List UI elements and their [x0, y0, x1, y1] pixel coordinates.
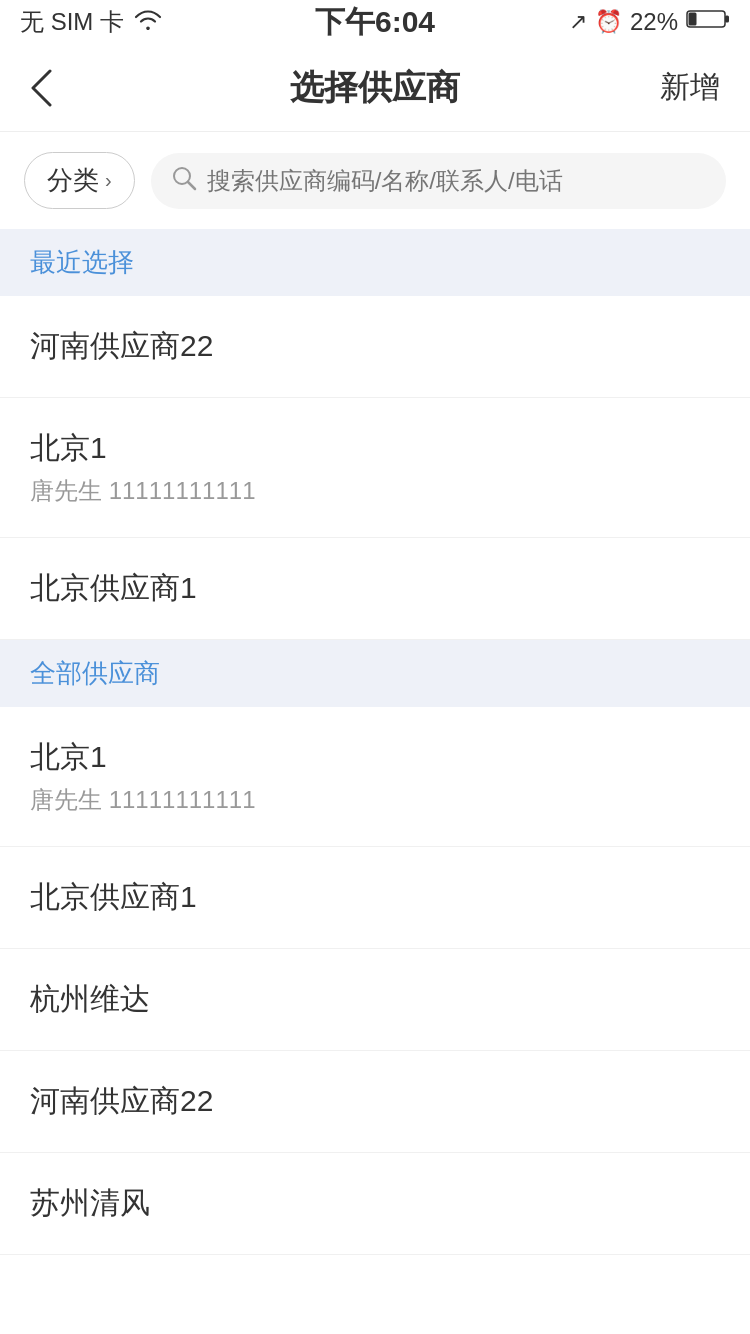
- chevron-icon: ›: [105, 169, 112, 192]
- item-name: 北京1: [30, 737, 720, 778]
- list-item[interactable]: 杭州维达: [0, 949, 750, 1051]
- list-item[interactable]: 北京供应商1: [0, 538, 750, 640]
- list-item[interactable]: 苏州清风: [0, 1153, 750, 1255]
- recent-section-header: 最近选择: [0, 229, 750, 296]
- all-list: 北京1 唐先生 11111111111 北京供应商1 杭州维达河南供应商22 苏州清…: [0, 707, 750, 1255]
- status-bar: 无 SIM 卡 下午6:04 ↗ ⏰ 22%: [0, 0, 750, 44]
- add-button[interactable]: 新增: [660, 67, 720, 108]
- nav-bar: 选择供应商 新增: [0, 44, 750, 132]
- list-item[interactable]: 北京供应商1: [0, 847, 750, 949]
- battery-icon: [686, 8, 730, 36]
- status-right: ↗ ⏰ 22%: [569, 8, 730, 36]
- item-name: 北京供应商1: [30, 877, 720, 918]
- back-button[interactable]: [30, 69, 90, 107]
- item-name: 北京1: [30, 428, 720, 469]
- item-name: 北京供应商1: [30, 568, 720, 609]
- svg-rect-1: [725, 16, 729, 23]
- page-title: 选择供应商: [290, 65, 460, 111]
- all-section-header: 全部供应商: [0, 640, 750, 707]
- alarm-icon: ⏰: [595, 9, 622, 35]
- recent-list: 河南供应商22 北京1 唐先生 11111111111 北京供应商1: [0, 296, 750, 640]
- filter-bar: 分类 ›: [0, 132, 750, 229]
- svg-rect-2: [689, 13, 697, 26]
- list-item[interactable]: 河南供应商22: [0, 296, 750, 398]
- item-sub: 唐先生 11111111111: [30, 784, 720, 816]
- location-icon: ↗: [569, 9, 587, 35]
- search-icon: [171, 165, 197, 197]
- category-label: 分类: [47, 163, 99, 198]
- carrier-label: 无 SIM 卡: [20, 6, 124, 38]
- battery-label: 22%: [630, 8, 678, 36]
- list-item[interactable]: 北京1 唐先生 11111111111: [0, 398, 750, 538]
- wifi-icon: [134, 8, 162, 36]
- item-name: 苏州清风: [30, 1183, 720, 1224]
- status-time: 下午6:04: [315, 2, 435, 43]
- status-left: 无 SIM 卡: [20, 6, 162, 38]
- item-name: 河南供应商22: [30, 1081, 720, 1122]
- list-item[interactable]: 北京1 唐先生 11111111111: [0, 707, 750, 847]
- item-sub: 唐先生 11111111111: [30, 475, 720, 507]
- search-input[interactable]: [207, 167, 706, 195]
- search-bar[interactable]: [151, 153, 726, 209]
- category-button[interactable]: 分类 ›: [24, 152, 135, 209]
- list-item[interactable]: 河南供应商22: [0, 1051, 750, 1153]
- item-name: 河南供应商22: [30, 326, 720, 367]
- item-name: 杭州维达: [30, 979, 720, 1020]
- svg-line-4: [188, 182, 195, 189]
